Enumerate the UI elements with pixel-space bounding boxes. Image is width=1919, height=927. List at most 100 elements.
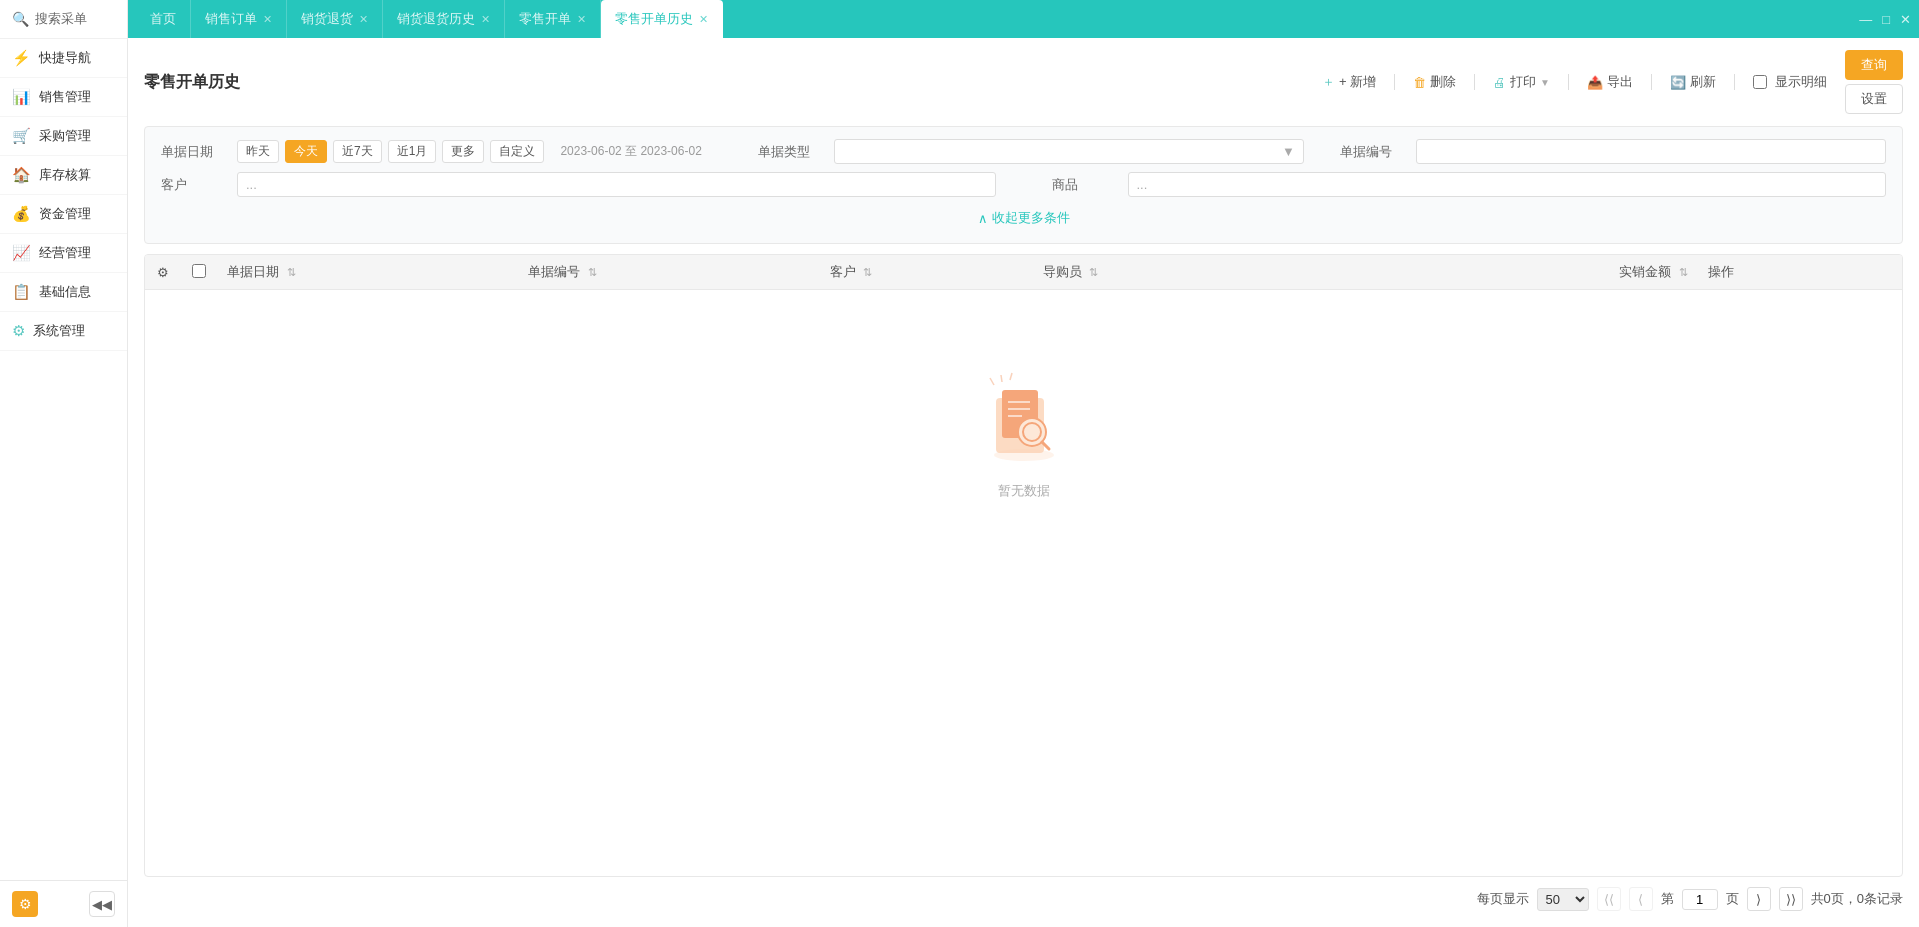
tab-retail-open-close[interactable]: ✕: [577, 13, 586, 26]
setting-button[interactable]: 设置: [1845, 84, 1903, 114]
page-size-label: 每页显示: [1477, 890, 1529, 908]
sidebar-item-sales-mgmt[interactable]: 📊 销售管理: [0, 78, 127, 117]
search-icon: 🔍: [12, 11, 29, 27]
refresh-button[interactable]: 🔄 刷新: [1664, 69, 1722, 95]
select-all-checkbox[interactable]: [192, 264, 206, 278]
goods-input[interactable]: ...: [1128, 172, 1887, 197]
add-label: + 新增: [1339, 73, 1376, 91]
page-label: 第: [1661, 890, 1674, 908]
tab-retail-history[interactable]: 零售开单历史 ✕: [601, 0, 723, 38]
sidebar-item-system[interactable]: ⚙ 系统管理: [0, 312, 127, 351]
th-number[interactable]: 单据编号 ⇅: [518, 255, 819, 290]
add-icon: ＋: [1322, 73, 1335, 91]
display-detail-checkbox[interactable]: [1753, 75, 1767, 89]
collapse-filter-btn[interactable]: ∧ 收起更多条件: [161, 205, 1886, 231]
sidebar-search-label: 搜索采单: [35, 10, 87, 28]
tab-sales-return-close[interactable]: ✕: [359, 13, 368, 26]
customer-sort-icon: ⇅: [863, 266, 872, 278]
table-settings-icon[interactable]: ⚙: [157, 265, 169, 280]
base-info-icon: 📋: [12, 283, 31, 301]
divider-3: [1568, 74, 1569, 90]
sidebar-item-inventory[interactable]: 🏠 库存核算: [0, 156, 127, 195]
page-header: 零售开单历史 ＋ + 新增 🗑 删除 🖨 打印 ▼: [144, 50, 1903, 114]
th-settings[interactable]: ⚙: [145, 255, 181, 290]
sidebar-item-base-info[interactable]: 📋 基础信息: [0, 273, 127, 312]
type-select-arrow: ▼: [1282, 144, 1295, 159]
print-dropdown-icon: ▼: [1540, 77, 1550, 88]
sidebar-bottom: ⚙ ◀◀: [0, 880, 127, 927]
operations-icon: 📈: [12, 244, 31, 262]
customer-input[interactable]: ...: [237, 172, 996, 197]
sidebar-item-label: 基础信息: [39, 283, 91, 301]
restore-icon[interactable]: □: [1882, 12, 1890, 27]
date-1month-btn[interactable]: 近1月: [388, 140, 437, 163]
current-page-input[interactable]: [1682, 889, 1718, 910]
tab-home[interactable]: 首页: [136, 0, 191, 38]
th-customer[interactable]: 客户 ⇅: [820, 255, 1033, 290]
tab-sales-return[interactable]: 销货退货 ✕: [287, 0, 383, 38]
page-content: 零售开单历史 ＋ + 新增 🗑 删除 🖨 打印 ▼: [128, 38, 1919, 927]
date-more-btn[interactable]: 更多: [442, 140, 484, 163]
refresh-label: 刷新: [1690, 73, 1716, 91]
total-info: 共0页，0条记录: [1811, 890, 1903, 908]
tab-sales-return-history-label: 销货退货历史: [397, 10, 475, 28]
prev-page-btn[interactable]: ⟨: [1629, 887, 1653, 911]
th-amount-label: 实销金额: [1619, 264, 1671, 279]
query-button[interactable]: 查询: [1845, 50, 1903, 80]
display-detail-button[interactable]: 显示明细: [1747, 69, 1833, 95]
date-group: 昨天 今天 近7天 近1月 更多 自定义: [237, 140, 544, 163]
add-button[interactable]: ＋ + 新增: [1316, 69, 1382, 95]
data-table: ⚙ 单据日期 ⇅ 单据编号 ⇅: [145, 255, 1902, 580]
tab-retail-open[interactable]: 零售开单 ✕: [505, 0, 601, 38]
tab-sales-return-history[interactable]: 销货退货历史 ✕: [383, 0, 505, 38]
th-customer-label: 客户: [830, 264, 856, 279]
sidebar-item-purchase-mgmt[interactable]: 🛒 采购管理: [0, 117, 127, 156]
empty-state: 暂无数据: [145, 290, 1902, 580]
filter-row-1: 单据日期 昨天 今天 近7天 近1月 更多 自定义 2023-06-02 至 2…: [161, 139, 1886, 164]
page-title: 零售开单历史: [144, 72, 240, 93]
export-button[interactable]: 📤 导出: [1581, 69, 1639, 95]
tab-sales-return-history-close[interactable]: ✕: [481, 13, 490, 26]
sidebar-search[interactable]: 🔍 搜索采单: [0, 0, 127, 39]
minimize-icon[interactable]: —: [1859, 12, 1872, 27]
close-window-icon[interactable]: ✕: [1900, 12, 1911, 27]
svg-line-9: [990, 378, 994, 385]
th-checkbox[interactable]: [181, 255, 217, 290]
tab-bar: 首页 销售订单 ✕ 销货退货 ✕ 销货退货历史 ✕ 零售开单 ✕ 零售开单历史 …: [128, 0, 1919, 38]
sidebar-item-label: 资金管理: [39, 205, 91, 223]
first-page-btn[interactable]: ⟨⟨: [1597, 887, 1621, 911]
number-sort-icon: ⇅: [588, 266, 597, 278]
th-spacer: [1290, 255, 1358, 290]
th-date[interactable]: 单据日期 ⇅: [217, 255, 518, 290]
sidebar-item-label: 采购管理: [39, 127, 91, 145]
th-actions-label: 操作: [1708, 264, 1734, 279]
empty-illustration: [974, 370, 1074, 470]
data-table-wrapper: ⚙ 单据日期 ⇅ 单据编号 ⇅: [144, 254, 1903, 877]
inventory-icon: 🏠: [12, 166, 31, 184]
next-page-btn[interactable]: ⟩: [1747, 887, 1771, 911]
delete-button[interactable]: 🗑 删除: [1407, 69, 1462, 95]
last-page-btn[interactable]: ⟩⟩: [1779, 887, 1803, 911]
page-size-select[interactable]: 50 10 20 100: [1537, 888, 1589, 911]
sidebar-item-finance[interactable]: 💰 资金管理: [0, 195, 127, 234]
th-guide[interactable]: 导购员 ⇅: [1033, 255, 1290, 290]
type-select[interactable]: ▼: [834, 139, 1304, 164]
print-button[interactable]: 🖨 打印 ▼: [1487, 69, 1556, 95]
sidebar-item-operations[interactable]: 📈 经营管理: [0, 234, 127, 273]
th-date-label: 单据日期: [227, 264, 279, 279]
th-amount[interactable]: 实销金额 ⇅: [1358, 255, 1698, 290]
tab-retail-history-close[interactable]: ✕: [699, 13, 708, 26]
tab-sales-order[interactable]: 销售订单 ✕: [191, 0, 287, 38]
date-custom-btn[interactable]: 自定义: [490, 140, 544, 163]
sidebar-item-quick-nav[interactable]: ⚡ 快捷导航: [0, 39, 127, 78]
tab-home-label: 首页: [150, 10, 176, 28]
customer-filter-label: 客户: [161, 176, 221, 194]
tab-sales-order-close[interactable]: ✕: [263, 13, 272, 26]
date-7days-btn[interactable]: 近7天: [333, 140, 382, 163]
sidebar-collapse-button[interactable]: ◀◀: [89, 891, 115, 917]
date-yesterday-btn[interactable]: 昨天: [237, 140, 279, 163]
number-input[interactable]: [1416, 139, 1886, 164]
settings-gear-button[interactable]: ⚙: [12, 891, 38, 917]
svg-line-10: [1001, 375, 1002, 382]
date-today-btn[interactable]: 今天: [285, 140, 327, 163]
